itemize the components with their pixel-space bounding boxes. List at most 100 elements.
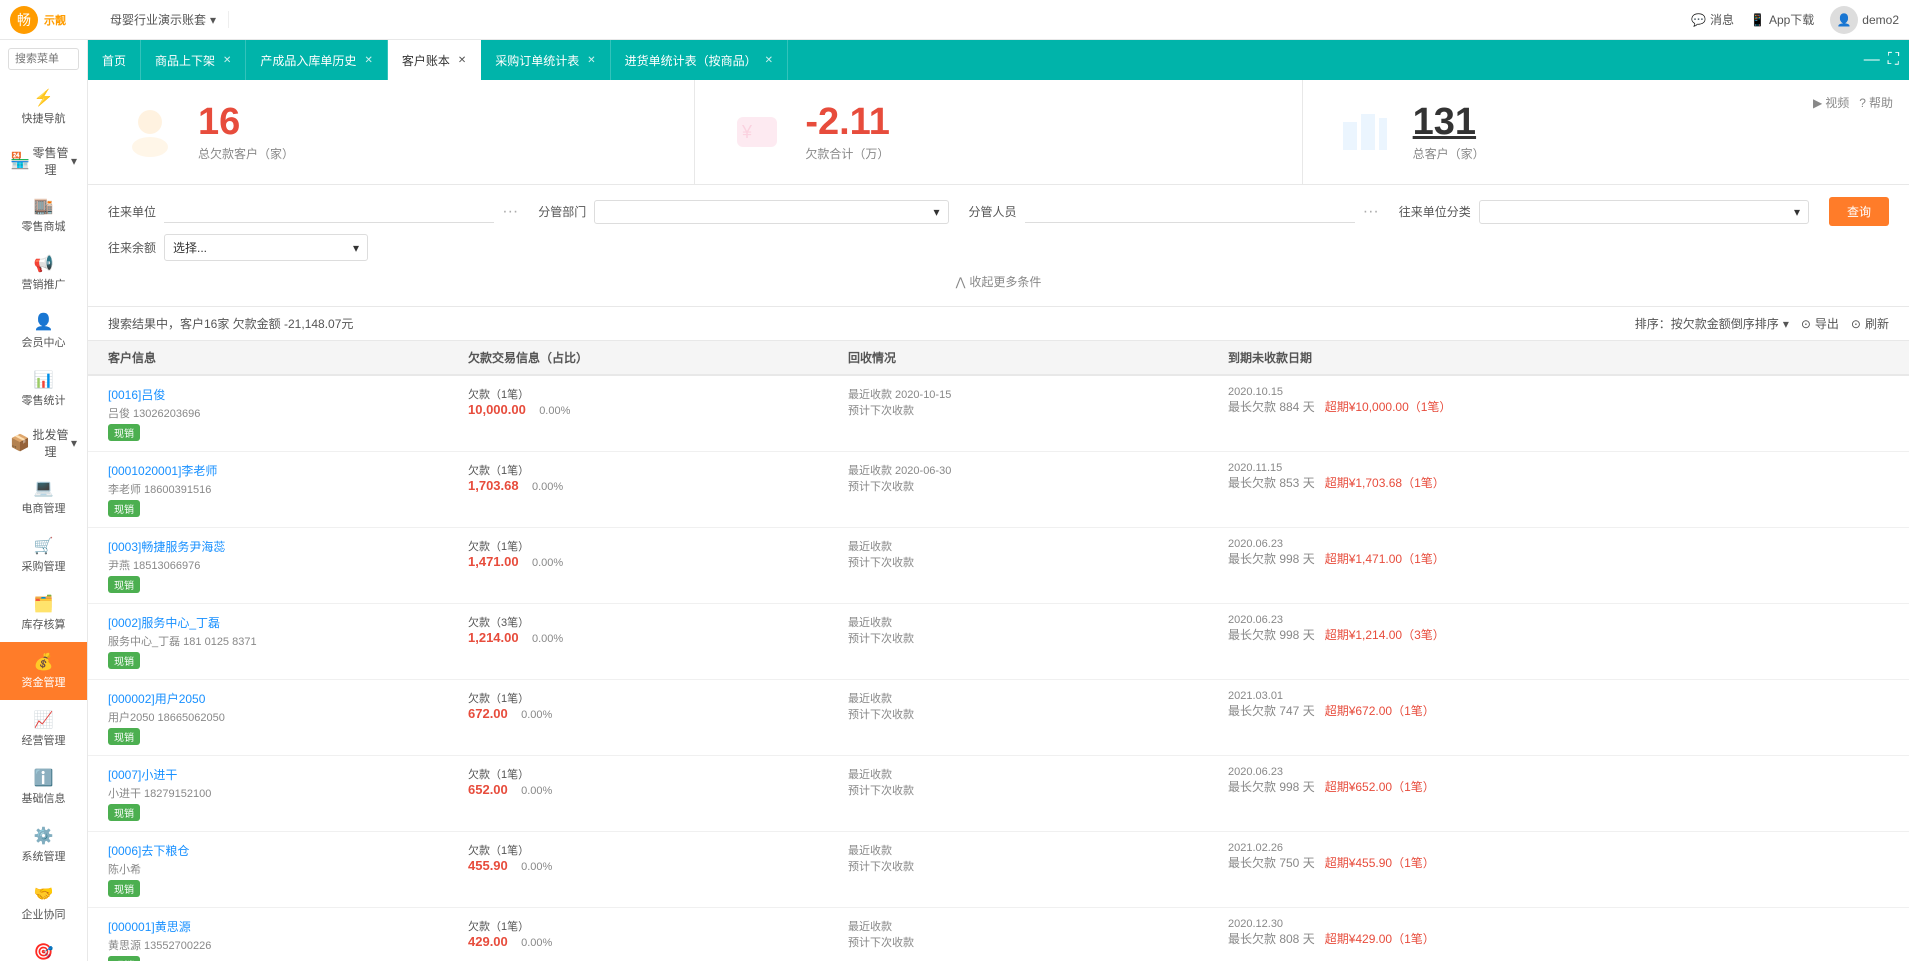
tab-close-icon[interactable]: ✕ [223,55,231,66]
stats-bar: 16 总欠款客户（家） ¥ -2.11 欠 [88,80,1909,185]
collection-recent: 最近收款 [848,766,1228,782]
filter-dept-select[interactable]: ▾ [594,200,948,224]
company-selector[interactable]: 母婴行业演示账套 ▾ [98,11,229,28]
debt-label: 欠款（1笔） [468,766,848,782]
sidebar-item-base-info[interactable]: ℹ️ 基础信息 [0,758,87,816]
sort-select[interactable]: 排序：按欠款金额倒序排序 ▾ [1635,315,1789,332]
tab-close-icon4[interactable]: ✕ [587,55,595,66]
overdue-link[interactable]: 超期¥1,214.00（3笔） [1325,628,1445,642]
overdue-link[interactable]: 超期¥455.90（1笔） [1325,856,1435,870]
export-button[interactable]: ⊙ 导出 [1801,315,1839,332]
sidebar-item-wholesale[interactable]: 📦 批发管理 ▾ [0,418,87,468]
main-content: 16 总欠款客户（家） ¥ -2.11 欠 [88,80,1909,961]
search-button[interactable]: 查询 [1829,197,1889,226]
collection-cell: 最近收款 2020-10-15 预计下次收款 [848,386,1228,418]
customer-name[interactable]: [0003]畅捷服务尹海蕊 [108,538,468,555]
sidebar-item-inventory[interactable]: 🗂️ 库存核算 [0,584,87,642]
retail-mall-icon: 🏬 [34,196,54,216]
filter-unit-input[interactable] [164,200,494,223]
debt-amount[interactable]: 1,214.00 [468,630,519,645]
logo-text: 示靓 [44,12,66,28]
filter-person-input[interactable] [1025,200,1355,223]
filter-dept-label: 分管部门 [538,203,586,220]
sidebar-item-retail-stats[interactable]: 📊 零售统计 [0,360,87,418]
sidebar-item-enterprise[interactable]: 🤝 企业协同 [0,874,87,932]
filter-area: 往来单位 ··· 分管部门 ▾ 分管人员 [88,185,1909,307]
customer-phone: 陈小希 [108,861,468,877]
sidebar-item-finance[interactable]: 💰 资金管理 [0,642,87,700]
sidebar-item-guide[interactable]: 🎯 新手引导 [0,932,87,961]
customer-name[interactable]: [000002]用户2050 [108,690,468,707]
debt-amount[interactable]: 1,703.68 [468,478,519,493]
filter-row-1: 往来单位 ··· 分管部门 ▾ 分管人员 [108,197,1889,226]
overdue-link[interactable]: 超期¥672.00（1笔） [1325,704,1435,718]
debt-amount[interactable]: 1,471.00 [468,554,519,569]
tab-home[interactable]: 首页 [88,40,141,80]
filter-balance-select[interactable]: 选择... ▾ [164,234,368,261]
collapse-filters[interactable]: ⋀ 收起更多条件 [108,269,1889,294]
debt-amount[interactable]: 10,000.00 [468,402,526,417]
filter-unit: 往来单位 ··· [108,200,518,223]
video-link[interactable]: ▶ 视频 [1813,94,1849,111]
overdue-link[interactable]: 超期¥1,703.68（1笔） [1325,476,1445,490]
overdue-link[interactable]: 超期¥1,471.00（1笔） [1325,552,1445,566]
tab-maximize-icon[interactable]: ⛶ [1888,51,1899,69]
refresh-button[interactable]: ⊙ 刷新 [1851,315,1889,332]
tab-purchase-stats[interactable]: 采购订单统计表 ✕ [481,40,610,80]
customer-info-cell: [0007]小进干 小进干 18279152100 现销 [108,766,468,821]
due-date-cell: 2020.12.30 最长欠款 808 天 超期¥429.00（1笔） [1228,918,1889,947]
sidebar-item-operation[interactable]: 📈 经营管理 [0,700,87,758]
collapse-icon: ⋀ [956,275,966,289]
tab-inventory-history[interactable]: 产成品入库单历史 ✕ [246,40,387,80]
tab-close-icon3[interactable]: ✕ [458,55,466,66]
sidebar-item-purchase[interactable]: 🛒 采购管理 [0,526,87,584]
customer-name[interactable]: [0016]吕俊 [108,386,468,403]
stat-info-total-cust: 131 总客户（家） [1413,103,1485,162]
finance-icon: 💰 [34,652,54,672]
overdue-link[interactable]: 超期¥652.00（1笔） [1325,780,1435,794]
sidebar-item-marketing[interactable]: 📢 营销推广 [0,244,87,302]
sidebar-item-member[interactable]: 👤 会员中心 [0,302,87,360]
customer-name[interactable]: [0002]服务中心_丁磊 [108,614,468,631]
debt-amount[interactable]: 672.00 [468,706,508,721]
tab-purchase-product-stats[interactable]: 进货单统计表（按商品） ✕ [611,40,788,80]
customer-name[interactable]: [0007]小进干 [108,766,468,783]
top-right-actions: 💬 消息 📱 App下载 👤 demo2 [1691,6,1899,34]
debt-amount[interactable]: 652.00 [468,782,508,797]
debt-label: 欠款（3笔） [468,614,848,630]
help-link[interactable]: ? 帮助 [1859,94,1893,111]
sidebar-item-retail-mgmt[interactable]: 🏪 零售管理 ▾ [0,136,87,186]
sidebar-item-retail-mall[interactable]: 🏬 零售商城 [0,186,87,244]
col-customer-info: 客户信息 [108,349,468,366]
debt-percent: 0.00% [532,557,563,569]
tab-product-onoff[interactable]: 商品上下架 ✕ [141,40,246,80]
customer-name[interactable]: [000001]黄思源 [108,918,468,935]
sidebar-item-quick-nav[interactable]: ⚡ 快捷导航 [0,78,87,136]
search-input[interactable] [8,48,79,70]
sidebar-item-system[interactable]: ⚙️ 系统管理 [0,816,87,874]
message-button[interactable]: 💬 消息 [1691,11,1734,28]
tab-close-icon5[interactable]: ✕ [765,55,773,66]
debt-percent: 0.00% [532,633,563,645]
sidebar-item-ecommerce[interactable]: 💻 电商管理 [0,468,87,526]
filter-unit-dots[interactable]: ··· [502,203,518,221]
overdue-link[interactable]: 超期¥429.00（1笔） [1325,932,1435,946]
tab-customer-ledger[interactable]: 客户账本 ✕ [388,40,481,80]
category-dropdown-icon: ▾ [1794,205,1800,219]
filter-person-dots[interactable]: ··· [1363,203,1379,221]
sidebar-search[interactable] [0,40,87,78]
customer-name[interactable]: [0001020001]李老师 [108,462,468,479]
customer-info-cell: [000002]用户2050 用户2050 18665062050 现销 [108,690,468,745]
customer-name[interactable]: [0006]去下粮仓 [108,842,468,859]
app-download-button[interactable]: 📱 App下载 [1750,11,1814,28]
user-avatar[interactable]: 👤 demo2 [1830,6,1899,34]
filter-category-select[interactable]: ▾ [1479,200,1809,224]
top-bar: 畅 示靓 母婴行业演示账套 ▾ 💬 消息 📱 App下载 👤 demo2 [0,0,1909,40]
tab-close-icon2[interactable]: ✕ [364,55,372,66]
debt-amount[interactable]: 455.90 [468,858,508,873]
tab-minimize-icon[interactable]: — [1864,51,1880,69]
debt-amount[interactable]: 429.00 [468,934,508,949]
overdue-link[interactable]: 超期¥10,000.00（1笔） [1325,400,1452,414]
overdue-days: 最长欠款 808 天 [1228,932,1321,946]
due-date: 2020.12.30 [1228,918,1889,930]
